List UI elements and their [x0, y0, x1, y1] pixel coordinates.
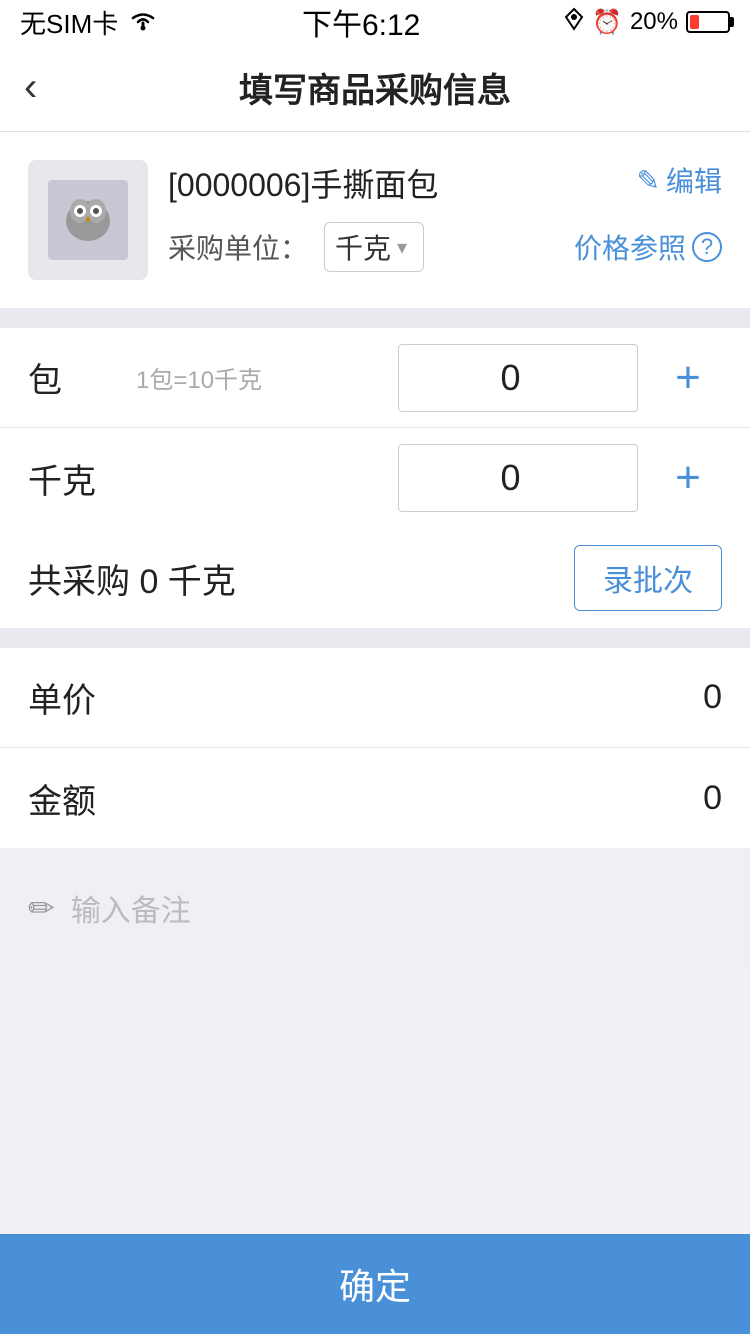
- alarm-icon: ⏰: [592, 8, 622, 37]
- carrier-label: 无SIM卡: [20, 4, 118, 41]
- status-bar: 无SIM卡 下午6:12 ⏰ 20%: [0, 0, 750, 44]
- chevron-down-icon: ▾: [397, 235, 407, 260]
- location-icon: [564, 7, 584, 38]
- content-area: [0000006]手撕面包 采购单位： 千克 ▾ 价格参照 ? ✎ 编辑 包: [0, 132, 750, 1234]
- pencil-icon: ✏: [28, 889, 55, 927]
- package-row: 包 1包=10千克 +: [0, 328, 750, 428]
- section-divider-2: [0, 628, 750, 648]
- kg-label: 千克: [28, 454, 128, 503]
- kg-input-wrap: +: [128, 444, 722, 512]
- amount-value: 0: [703, 779, 722, 818]
- amount-row: 金额 0: [0, 748, 750, 848]
- page-title: 填写商品采购信息: [239, 63, 511, 112]
- product-meta: 采购单位： 千克 ▾ 价格参照 ?: [168, 222, 722, 272]
- confirm-button[interactable]: 确定: [0, 1234, 750, 1334]
- product-logo: [53, 181, 123, 260]
- battery-label: 20%: [630, 8, 678, 36]
- package-input[interactable]: [398, 344, 638, 412]
- record-batch-button[interactable]: 录批次: [574, 545, 722, 611]
- kg-plus-button[interactable]: +: [654, 444, 722, 512]
- quantity-section: 包 1包=10千克 + 千克 +: [0, 328, 750, 528]
- package-input-wrap: +: [262, 344, 722, 412]
- price-ref-button[interactable]: 价格参照 ?: [574, 227, 722, 267]
- section-divider-1: [0, 308, 750, 328]
- wifi-icon: [128, 7, 158, 38]
- unit-price-row: 单价 0: [0, 648, 750, 748]
- back-button[interactable]: ‹: [24, 65, 37, 110]
- package-label: 包: [28, 353, 128, 402]
- unit-label: 采购单位：: [168, 227, 308, 267]
- price-section: 单价 0 金额 0: [0, 648, 750, 848]
- kg-input[interactable]: [398, 444, 638, 512]
- unit-value: 千克: [335, 227, 391, 267]
- edit-icon: ✎: [637, 164, 660, 197]
- status-left: 无SIM卡: [20, 4, 158, 41]
- edit-button[interactable]: ✎ 编辑: [637, 160, 722, 200]
- remark-placeholder: 输入备注: [71, 886, 191, 930]
- nav-bar: ‹ 填写商品采购信息: [0, 44, 750, 132]
- package-sublabel: 1包=10千克: [136, 360, 262, 395]
- amount-label: 金额: [28, 774, 96, 823]
- unit-price-label: 单价: [28, 673, 96, 722]
- status-right: ⏰ 20%: [564, 7, 730, 38]
- product-image: [28, 160, 148, 280]
- product-card: [0000006]手撕面包 采购单位： 千克 ▾ 价格参照 ? ✎ 编辑: [0, 132, 750, 308]
- summary-text: 共采购 0 千克: [28, 554, 236, 603]
- unit-price-value: 0: [703, 678, 722, 717]
- remark-section[interactable]: ✏ 输入备注: [0, 848, 750, 968]
- package-plus-button[interactable]: +: [654, 344, 722, 412]
- unit-dropdown[interactable]: 千克 ▾: [324, 222, 424, 272]
- info-icon: ?: [692, 232, 722, 262]
- kg-row: 千克 +: [0, 428, 750, 528]
- status-time: 下午6:12: [302, 0, 420, 44]
- battery-icon: [686, 11, 730, 33]
- summary-row: 共采购 0 千克 录批次: [0, 528, 750, 628]
